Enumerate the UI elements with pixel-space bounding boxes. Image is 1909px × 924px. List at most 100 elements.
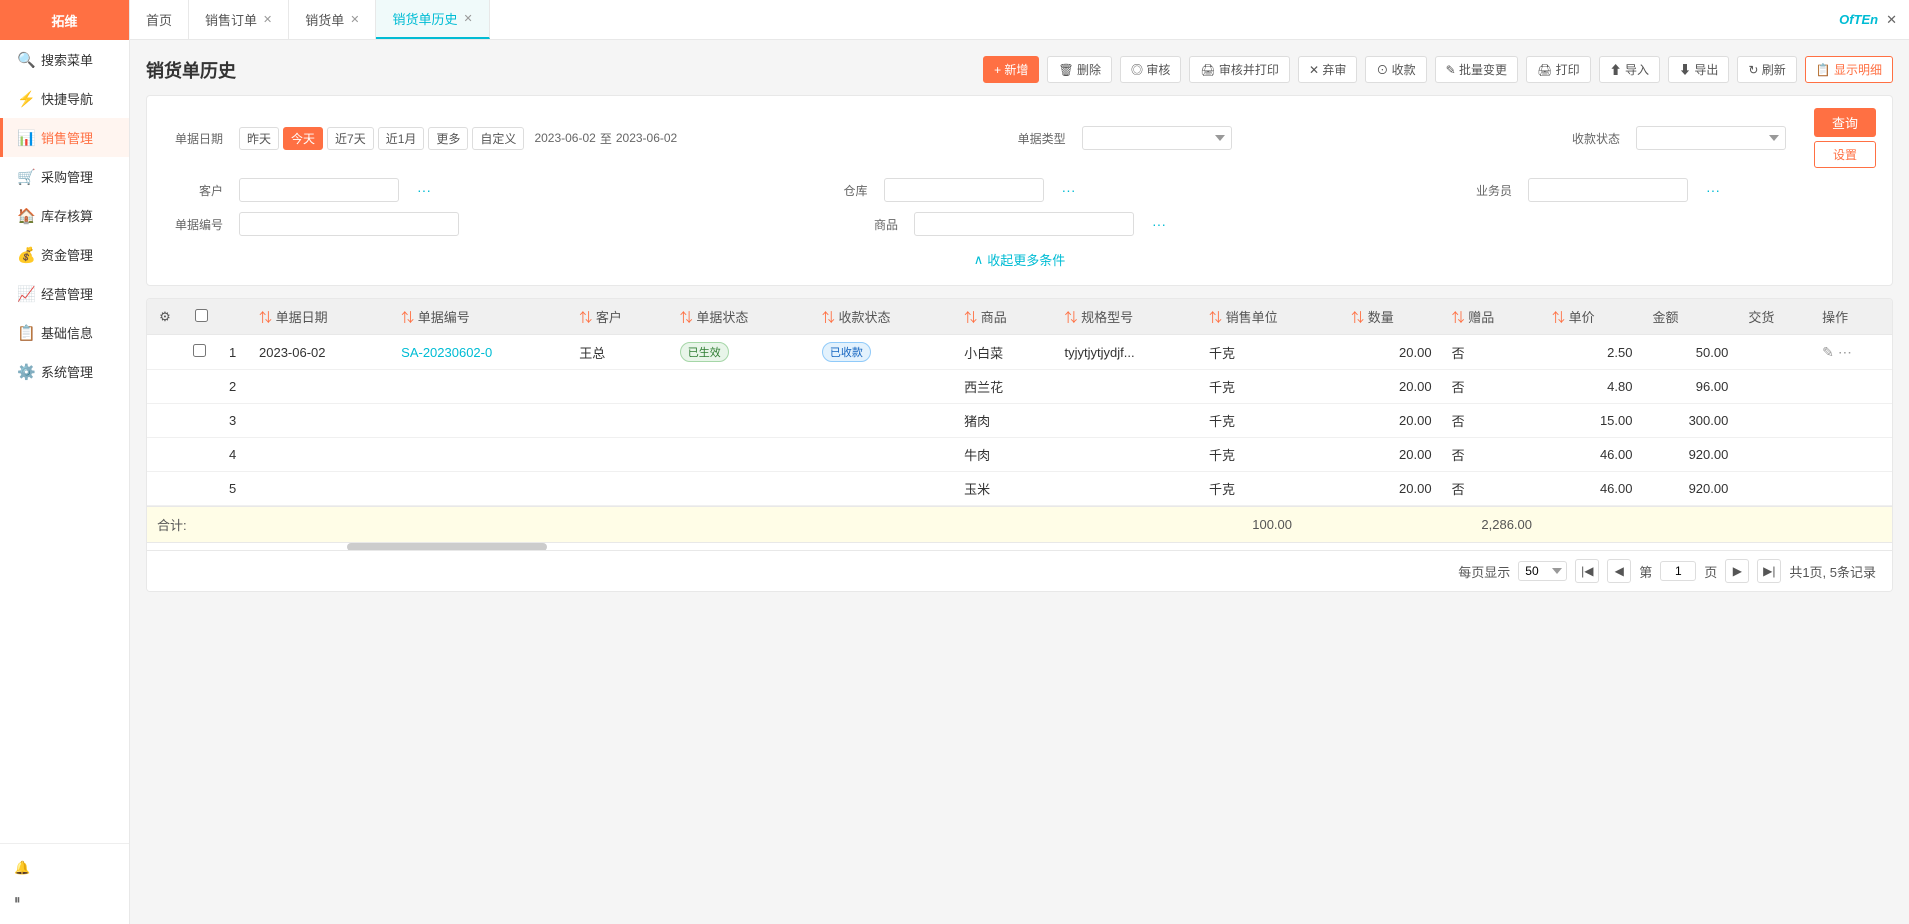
sort-price-icon: ⇅ — [1552, 310, 1565, 325]
checkbox-col-header[interactable] — [183, 299, 219, 335]
page-input[interactable] — [1660, 561, 1696, 581]
pay-status-select[interactable] — [1636, 126, 1786, 150]
tab-sales-delivery[interactable]: 销货单 ✕ — [289, 0, 376, 39]
staff-input[interactable] — [1528, 178, 1688, 202]
tab-sales-delivery-close[interactable]: ✕ — [350, 13, 359, 26]
setting-button[interactable]: 设置 — [1814, 141, 1876, 168]
unit-cell: 千克 — [1199, 404, 1341, 438]
customer-label: 客户 — [163, 182, 223, 199]
sidebar-item-sys-mgmt[interactable]: ⚙️ 系统管理 — [0, 352, 129, 391]
docstatus-col-header[interactable]: ⇅ 单据状态 — [670, 299, 812, 335]
filter-row-2: 客户 ··· 仓库 ··· 业务员 ··· — [163, 178, 1876, 202]
audit-button[interactable]: ◎ 审核 — [1120, 56, 1181, 83]
checkbox-cell[interactable] — [183, 472, 219, 506]
last-page-btn[interactable]: ▶| — [1757, 559, 1781, 583]
abandon-button[interactable]: ✕ 弃审 — [1298, 56, 1357, 83]
spec-col-header[interactable]: ⇅ 规格型号 — [1055, 299, 1199, 335]
footer-label: 合计: — [157, 515, 217, 534]
batch-change-button[interactable]: ✎ 批量变更 — [1435, 56, 1518, 83]
checkbox-cell[interactable] — [183, 370, 219, 404]
refresh-button[interactable]: ↻ 刷新 — [1737, 56, 1796, 83]
horizontal-scrollbar[interactable] — [147, 542, 1892, 550]
tab-sales-history[interactable]: 销货单历史 ✕ — [376, 0, 489, 39]
more-op-icon[interactable]: ⋯ — [1838, 344, 1852, 361]
customer-ellipsis[interactable]: ··· — [417, 182, 431, 198]
tab-sales-order[interactable]: 销售订单 ✕ — [189, 0, 289, 39]
unit-col-header[interactable]: ⇅ 销售单位 — [1199, 299, 1341, 335]
select-all-checkbox[interactable] — [195, 309, 208, 322]
date-1month-btn[interactable]: 近1月 — [378, 127, 425, 150]
doc-no-link[interactable]: SA-20230602-0 — [401, 345, 492, 360]
customer-col-header[interactable]: ⇅ 客户 — [569, 299, 669, 335]
sidebar-bell-btn[interactable]: 🔔 — [0, 852, 129, 884]
date-custom-btn[interactable]: 自定义 — [472, 127, 524, 150]
window-close-btn[interactable]: ✕ — [1886, 12, 1897, 28]
sort-unit-icon: ⇅ — [1209, 310, 1222, 325]
staff-ellipsis[interactable]: ··· — [1706, 182, 1720, 198]
warehouse-input[interactable] — [884, 178, 1044, 202]
docno-cell[interactable] — [391, 370, 569, 404]
sidebar-item-basic-info[interactable]: 📋 基础信息 — [0, 313, 129, 352]
sidebar-item-finance-mgmt[interactable]: 💰 资金管理 — [0, 235, 129, 274]
date-range: 昨天 今天 近7天 近1月 更多 自定义 2023-06-02 至 2023-0… — [239, 127, 677, 150]
table-body: 1 2023-06-02 SA-20230602-0 王总 已生效 已收款 小白… — [147, 335, 1892, 506]
next-page-btn[interactable]: ▶ — [1725, 559, 1749, 583]
tab-sales-history-close[interactable]: ✕ — [464, 12, 473, 25]
sidebar-item-ops-mgmt[interactable]: 📈 经营管理 — [0, 274, 129, 313]
date-col-header[interactable]: ⇅ 单据日期 — [249, 299, 391, 335]
goods-input[interactable] — [914, 212, 1134, 236]
docno-col-header[interactable]: ⇅ 单据编号 — [391, 299, 569, 335]
warehouse-ellipsis[interactable]: ··· — [1062, 182, 1076, 198]
sidebar-pause-btn[interactable]: ⏸ — [0, 884, 129, 916]
sidebar-item-sales-mgmt[interactable]: 📊 销售管理 — [0, 118, 129, 157]
paystatus-col-header[interactable]: ⇅ 收款状态 — [812, 299, 954, 335]
docno-cell[interactable] — [391, 472, 569, 506]
gift-col-header[interactable]: ⇅ 赠品 — [1442, 299, 1542, 335]
sidebar-bottom: 🔔 ⏸ — [0, 843, 129, 924]
qty-cell: 20.00 — [1341, 404, 1441, 438]
ops-col-header: 操作 — [1812, 299, 1892, 335]
date-today-btn[interactable]: 今天 — [283, 127, 323, 150]
sidebar-item-quick-nav[interactable]: ⚡ 快捷导航 — [0, 79, 129, 118]
docno-cell[interactable] — [391, 438, 569, 472]
tab-home[interactable]: 首页 — [130, 0, 189, 39]
show-detail-button[interactable]: 📋 显示明细 — [1805, 56, 1893, 83]
print-button[interactable]: 🖨 打印 — [1526, 56, 1591, 83]
doc-no-input[interactable] — [239, 212, 459, 236]
qty-col-header[interactable]: ⇅ 数量 — [1341, 299, 1441, 335]
per-page-select[interactable]: 50 10 20 100 — [1518, 561, 1567, 581]
checkbox-cell[interactable] — [183, 404, 219, 438]
more-conditions-btn[interactable]: ∧ 收起更多条件 — [163, 246, 1876, 273]
customer-input[interactable] — [239, 178, 399, 202]
new-button[interactable]: + 新增 — [983, 56, 1039, 83]
price-col-header[interactable]: ⇅ 单价 — [1542, 299, 1642, 335]
deal-cell — [1738, 404, 1812, 438]
edit-op-icon[interactable]: ✎ — [1822, 344, 1834, 361]
first-page-btn[interactable]: |◀ — [1575, 559, 1599, 583]
query-button[interactable]: 查询 — [1814, 108, 1876, 137]
audit-print-button[interactable]: 🖨 审核并打印 — [1189, 56, 1290, 83]
sidebar-item-purchase-mgmt[interactable]: 🛒 采购管理 — [0, 157, 129, 196]
sidebar-item-inventory[interactable]: 🏠 库存核算 — [0, 196, 129, 235]
delete-button[interactable]: 🗑 删除 — [1047, 56, 1112, 83]
prev-page-btn[interactable]: ◀ — [1607, 559, 1631, 583]
import-button[interactable]: ⬆ 导入 — [1599, 56, 1660, 83]
docno-cell[interactable]: SA-20230602-0 — [391, 335, 569, 370]
row-checkbox[interactable] — [193, 344, 206, 357]
date-7days-btn[interactable]: 近7天 — [327, 127, 374, 150]
date-more-btn[interactable]: 更多 — [428, 127, 468, 150]
export-button[interactable]: ⬇ 导出 — [1668, 56, 1729, 83]
unit-cell: 千克 — [1199, 370, 1341, 404]
docno-cell[interactable] — [391, 404, 569, 438]
date-yesterday-btn[interactable]: 昨天 — [239, 127, 279, 150]
gear-col-header[interactable]: ⚙ — [147, 299, 183, 335]
tab-sales-order-close[interactable]: ✕ — [263, 13, 272, 26]
doc-type-select[interactable] — [1082, 126, 1232, 150]
checkbox-cell[interactable] — [183, 438, 219, 472]
checkbox-cell[interactable] — [183, 335, 219, 370]
collect-button[interactable]: ⊙ 收款 — [1365, 56, 1426, 83]
goods-col-header[interactable]: ⇅ 商品 — [954, 299, 1054, 335]
sidebar-item-search-menu[interactable]: 🔍 搜索菜单 — [0, 40, 129, 79]
tab-bar: 首页 销售订单 ✕ 销货单 ✕ 销货单历史 ✕ OfTEn ✕ — [130, 0, 1909, 40]
goods-ellipsis[interactable]: ··· — [1152, 216, 1166, 232]
